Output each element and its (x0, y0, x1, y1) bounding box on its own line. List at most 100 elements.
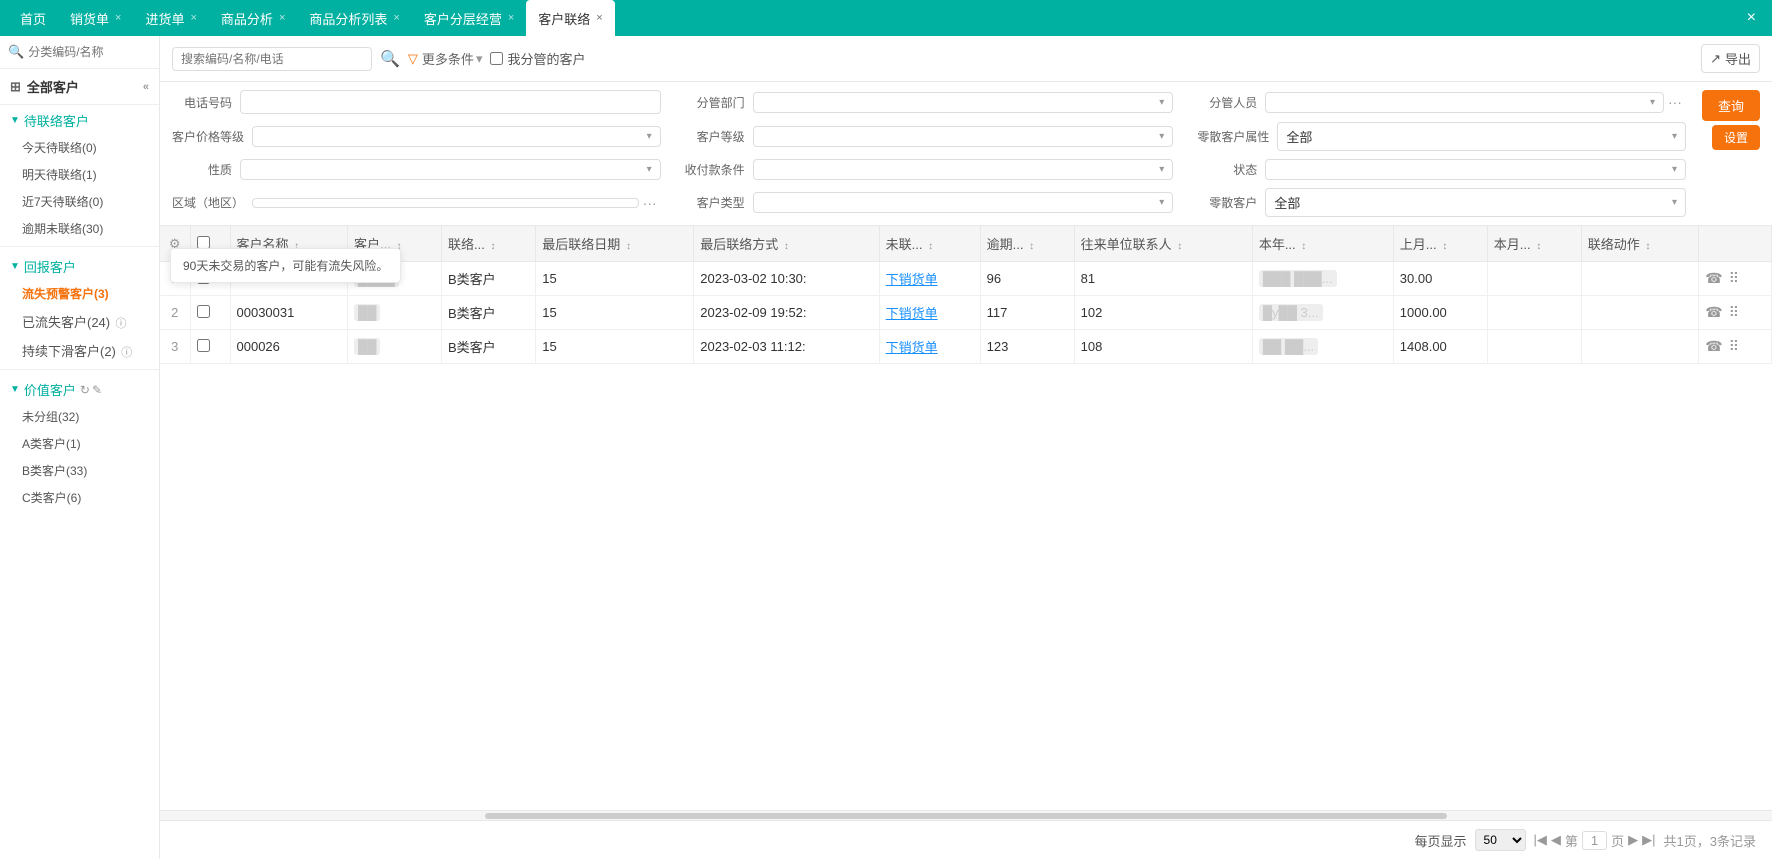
last-method-link[interactable]: 下销货单 (886, 306, 938, 321)
row-last-month (1487, 330, 1581, 364)
sidebar-section-pending[interactable]: ▼ 待联络客户 (0, 105, 159, 134)
last-method-sort-icon[interactable]: ↕ (928, 241, 933, 252)
sidebar-all-customers[interactable]: ⊞ 全部客户 « (0, 69, 159, 105)
row-last-method: 下销货单 (879, 330, 980, 364)
last-method-link[interactable]: 下销货单 (886, 272, 938, 287)
page-number[interactable]: 1 (1582, 831, 1607, 850)
row-checkbox[interactable] (197, 305, 210, 318)
type-sort-icon[interactable]: ↕ (490, 241, 495, 252)
adv-cell-person: 分管人员 ▾ ··· (1197, 92, 1686, 113)
cust-grade-select[interactable]: ▾ (753, 126, 1174, 147)
scrollbar-thumb[interactable] (485, 813, 1447, 819)
nav-purchase[interactable]: 进货单 × (133, 0, 208, 36)
region-more-btn[interactable]: ··· (639, 195, 661, 211)
more-conditions-btn[interactable]: ▽ 更多条件 ▾ (408, 49, 483, 68)
retail-attr-select[interactable]: 全部 ▾ (1277, 122, 1686, 151)
nav-analysis[interactable]: 商品分析 × (209, 0, 297, 36)
value-edit-icon[interactable]: ✎ (92, 383, 102, 397)
prev-page-btn[interactable]: ◀ (1551, 832, 1561, 848)
contact2-sort-icon[interactable]: ↕ (1301, 241, 1306, 252)
last-date-sort-icon[interactable]: ↕ (784, 241, 789, 252)
close-contact-icon[interactable]: × (596, 12, 602, 24)
per-page-label: 每页显示 (1415, 831, 1467, 850)
sidebar-item-tomorrow[interactable]: 明天待联络(1) (0, 161, 159, 188)
per-page-select[interactable]: 50 100 200 (1475, 829, 1526, 851)
row-checkbox[interactable] (197, 339, 210, 352)
dept-select[interactable]: ▾ (753, 92, 1174, 113)
main-layout: 🔍 ⊞ 全部客户 « ▼ 待联络客户 今天待联络(0) 明天待联络(1) 近7天… (0, 36, 1772, 859)
top-nav: 首页 销货单 × 进货单 × 商品分析 × 商品分析列表 × 客户分层经营 × … (0, 0, 1772, 36)
next-page-btn[interactable]: ▶ (1628, 832, 1638, 848)
this-year-sort-icon[interactable]: ↕ (1442, 241, 1447, 252)
sidebar-item-declining[interactable]: 持续下滑客户(2) ⓘ (0, 336, 159, 365)
phone-input[interactable] (240, 90, 661, 114)
not-contacted-sort-icon[interactable]: ↕ (1029, 241, 1034, 252)
sidebar-item-churned[interactable]: 已流失客户(24) ⓘ (0, 307, 159, 336)
nav-customer-tier[interactable]: 客户分层经营 × (412, 0, 526, 36)
sidebar-item-7days[interactable]: 近7天待联络(0) (0, 188, 159, 215)
select-all-checkbox[interactable] (197, 236, 210, 249)
nav-close-all[interactable]: × (1739, 9, 1764, 27)
action-phone-icon[interactable]: ☎ (1705, 270, 1722, 287)
sidebar-item-ungroup[interactable]: 未分组(32) (0, 403, 159, 430)
export-button[interactable]: ↗ 导出 (1701, 44, 1760, 73)
chevron-down-icon: ▾ (476, 51, 483, 67)
nav-analysis-list[interactable]: 商品分析列表 × (297, 0, 411, 36)
row-code: 000026 (230, 330, 348, 364)
action-more-icon[interactable]: ⠿ (1729, 338, 1739, 355)
cust-type-select[interactable]: ▾ (753, 192, 1174, 213)
sidebar-item-a-class[interactable]: A类客户(1) (0, 430, 159, 457)
retail-select[interactable]: 全部 ▾ (1265, 188, 1686, 217)
overdue-sort-icon[interactable]: ↕ (1177, 241, 1182, 252)
horizontal-scrollbar[interactable] (160, 810, 1772, 820)
status-select[interactable]: ▾ (1265, 159, 1686, 180)
row-actions: ☎ ⠿ (1699, 330, 1772, 364)
nature-select[interactable]: ▾ (240, 159, 661, 180)
row-overdue: 108 (1074, 330, 1252, 364)
action-phone-icon[interactable]: ☎ (1705, 338, 1722, 355)
this-month-sort-icon[interactable]: ↕ (1645, 241, 1650, 252)
adv-cell-retail: 零散客户 全部 ▾ (1197, 188, 1686, 217)
price-grade-select[interactable]: ▾ (252, 126, 661, 147)
adv-settings-button[interactable]: 设置 (1712, 125, 1760, 150)
sidebar-section-value[interactable]: ▼ 价值客户 ↻ ✎ (0, 374, 159, 403)
contact-sort-icon[interactable]: ↕ (626, 241, 631, 252)
nav-sales[interactable]: 销货单 × (58, 0, 133, 36)
th-not-contacted: 逾期... ↕ (980, 226, 1074, 262)
my-customers-checkbox[interactable]: 我分管的客户 (490, 49, 585, 68)
sidebar-item-today[interactable]: 今天待联络(0) (0, 134, 159, 161)
sidebar-item-c-class[interactable]: C类客户(6) (0, 484, 159, 511)
close-analysis-icon[interactable]: × (279, 12, 285, 24)
export-icon: ↗ (1710, 51, 1721, 67)
sidebar-item-overdue[interactable]: 逾期未联络(30) (0, 215, 159, 242)
close-sales-icon[interactable]: × (115, 12, 121, 24)
search-input[interactable] (172, 47, 372, 71)
value-refresh-icon[interactable]: ↻ (80, 383, 90, 397)
adv-cell-price-grade: 客户价格等级 ▾ (172, 126, 661, 147)
person-more-btn[interactable]: ··· (1664, 94, 1686, 110)
last-month-sort-icon[interactable]: ↕ (1536, 241, 1541, 252)
query-button[interactable]: 查询 (1702, 90, 1760, 121)
churn-arrow-icon: ▼ (10, 261, 20, 272)
action-more-icon[interactable]: ⠿ (1729, 304, 1739, 321)
sidebar-search-input[interactable] (28, 45, 151, 59)
my-customers-input[interactable] (490, 52, 503, 65)
region-select[interactable] (252, 198, 639, 208)
close-tier-icon[interactable]: × (508, 12, 514, 24)
last-page-btn[interactable]: ▶| (1642, 832, 1655, 848)
nav-customer-contact[interactable]: 客户联络 × (526, 0, 614, 36)
close-purchase-icon[interactable]: × (190, 12, 196, 24)
last-method-link[interactable]: 下销货单 (886, 340, 938, 355)
sidebar-item-b-class[interactable]: B类客户(33) (0, 457, 159, 484)
search-button[interactable]: 🔍 (380, 49, 400, 69)
first-page-btn[interactable]: |◀ (1534, 832, 1547, 848)
sidebar-section-churn[interactable]: ▼ 回报客户 (0, 251, 159, 280)
person-select[interactable]: ▾ (1265, 92, 1664, 113)
action-phone-icon[interactable]: ☎ (1705, 304, 1722, 321)
nav-home[interactable]: 首页 (8, 0, 58, 36)
sidebar-item-churn-warning[interactable]: 流失预警客户(3) (0, 280, 159, 307)
sidebar-collapse-icon[interactable]: « (143, 81, 149, 93)
payment-select[interactable]: ▾ (753, 159, 1174, 180)
close-analysis-list-icon[interactable]: × (393, 12, 399, 24)
action-more-icon[interactable]: ⠿ (1729, 270, 1739, 287)
